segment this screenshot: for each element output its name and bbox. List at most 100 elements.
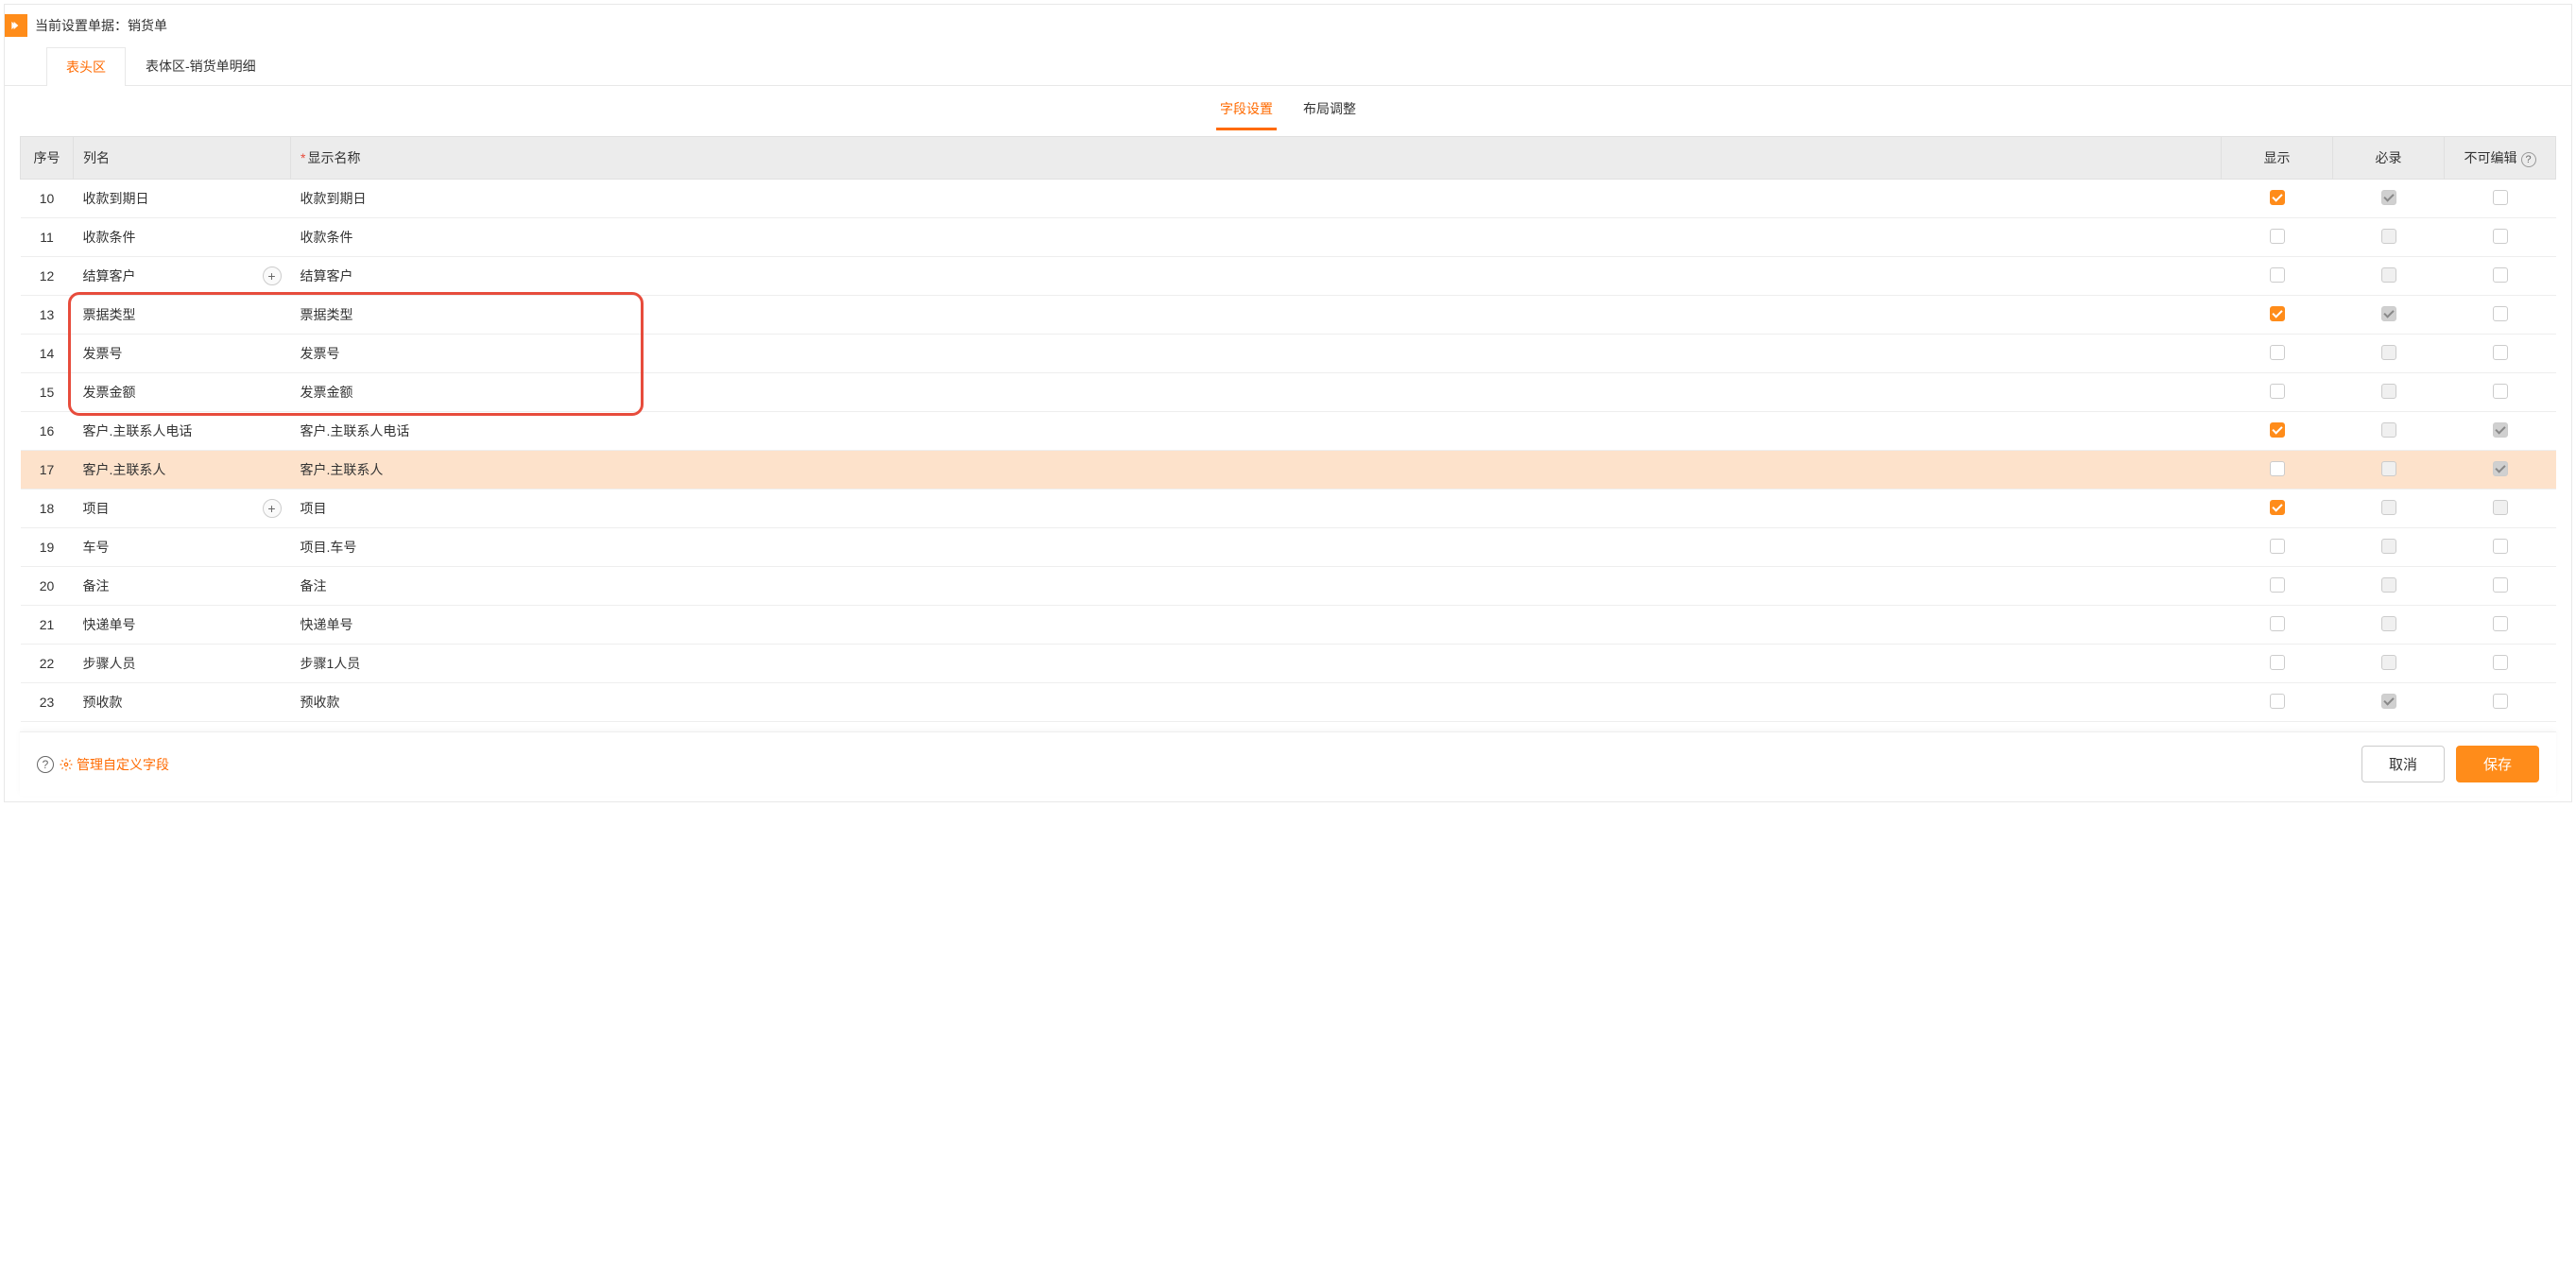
show-checkbox[interactable]	[2270, 345, 2285, 360]
row-colname: 客户.主联系人电话	[74, 412, 291, 451]
readonly-checkbox[interactable]	[2493, 539, 2508, 554]
sub-tabs: 字段设置布局调整	[5, 86, 2571, 130]
row-display-name[interactable]: 客户.主联系人	[291, 451, 2222, 490]
row-seq: 14	[21, 335, 74, 373]
show-checkbox[interactable]	[2270, 500, 2285, 515]
cancel-button[interactable]: 取消	[2361, 746, 2445, 782]
show-checkbox[interactable]	[2270, 384, 2285, 399]
required-checkbox	[2381, 422, 2396, 438]
show-checkbox[interactable]	[2270, 461, 2285, 476]
row-colname: 发票金额	[74, 373, 291, 412]
show-checkbox[interactable]	[2270, 190, 2285, 205]
show-checkbox[interactable]	[2270, 694, 2285, 709]
tab-1[interactable]: 表体区-销货单明细	[126, 46, 276, 85]
help-icon[interactable]: ?	[2521, 152, 2536, 167]
row-colname: 收款条件	[74, 218, 291, 257]
sub-tab-1[interactable]: 布局调整	[1299, 99, 1360, 130]
row-display-name[interactable]: 预收款	[291, 683, 2222, 722]
readonly-checkbox[interactable]	[2493, 190, 2508, 205]
row-seq: 10	[21, 180, 74, 218]
row-seq: 23	[21, 683, 74, 722]
row-colname: 车号	[74, 528, 291, 567]
row-display-name[interactable]: 发票金额	[291, 373, 2222, 412]
col-show-header: 显示	[2222, 137, 2333, 180]
save-button[interactable]: 保存	[2456, 746, 2539, 782]
table-row: 22步骤人员步骤1人员	[21, 645, 2556, 683]
required-checkbox	[2381, 577, 2396, 593]
row-seq: 18	[21, 490, 74, 528]
show-checkbox[interactable]	[2270, 577, 2285, 593]
manage-custom-fields-link[interactable]: 管理自定义字段	[60, 755, 169, 774]
row-display-name[interactable]: 项目.车号	[291, 528, 2222, 567]
expand-panel-button[interactable]	[5, 14, 27, 37]
required-checkbox	[2381, 694, 2396, 709]
row-display-name[interactable]: 发票号	[291, 335, 2222, 373]
readonly-checkbox[interactable]	[2493, 384, 2508, 399]
add-sub-field-button[interactable]: +	[263, 499, 282, 518]
required-checkbox	[2381, 267, 2396, 283]
required-checkbox	[2381, 616, 2396, 631]
table-row: 12结算客户+结算客户	[21, 257, 2556, 296]
readonly-checkbox[interactable]	[2493, 577, 2508, 593]
row-seq: 21	[21, 606, 74, 645]
col-seq-header: 序号	[21, 137, 74, 180]
row-seq: 16	[21, 412, 74, 451]
show-checkbox[interactable]	[2270, 616, 2285, 631]
row-display-name[interactable]: 项目	[291, 490, 2222, 528]
row-colname: 收款到期日	[74, 180, 291, 218]
readonly-checkbox[interactable]	[2493, 345, 2508, 360]
readonly-checkbox[interactable]	[2493, 306, 2508, 321]
row-display-name[interactable]: 客户.主联系人电话	[291, 412, 2222, 451]
required-checkbox	[2381, 306, 2396, 321]
row-display-name[interactable]: 备注	[291, 567, 2222, 606]
required-checkbox	[2381, 461, 2396, 476]
row-display-name[interactable]: 收款条件	[291, 218, 2222, 257]
show-checkbox[interactable]	[2270, 539, 2285, 554]
row-display-name[interactable]: 收款到期日	[291, 180, 2222, 218]
readonly-checkbox[interactable]	[2493, 229, 2508, 244]
chevron-right-icon	[9, 19, 23, 32]
show-checkbox[interactable]	[2270, 229, 2285, 244]
row-colname: 客户.主联系人	[74, 451, 291, 490]
row-seq: 15	[21, 373, 74, 412]
row-colname: 预收款	[74, 683, 291, 722]
readonly-checkbox[interactable]	[2493, 655, 2508, 670]
sub-tab-0[interactable]: 字段设置	[1216, 99, 1277, 130]
row-colname: 票据类型	[74, 296, 291, 335]
row-seq: 20	[21, 567, 74, 606]
required-checkbox	[2381, 655, 2396, 670]
page-title: 当前设置单据：销货单	[35, 16, 167, 35]
table-row: 13票据类型票据类型	[21, 296, 2556, 335]
row-display-name[interactable]: 结算客户	[291, 257, 2222, 296]
required-checkbox	[2381, 229, 2396, 244]
main-tabs: 表头区表体区-销货单明细	[5, 46, 2571, 86]
show-checkbox[interactable]	[2270, 422, 2285, 438]
readonly-checkbox[interactable]	[2493, 616, 2508, 631]
add-sub-field-button[interactable]: +	[263, 266, 282, 285]
help-icon[interactable]: ?	[37, 756, 54, 773]
readonly-checkbox[interactable]	[2493, 694, 2508, 709]
required-checkbox	[2381, 500, 2396, 515]
show-checkbox[interactable]	[2270, 655, 2285, 670]
row-seq: 22	[21, 645, 74, 683]
row-display-name[interactable]: 快递单号	[291, 606, 2222, 645]
row-colname: 备注	[74, 567, 291, 606]
show-checkbox[interactable]	[2270, 306, 2285, 321]
table-row: 16客户.主联系人电话客户.主联系人电话	[21, 412, 2556, 451]
table-row: 15发票金额发票金额	[21, 373, 2556, 412]
table-row: 19车号项目.车号	[21, 528, 2556, 567]
table-row: 23预收款预收款	[21, 683, 2556, 722]
required-checkbox	[2381, 539, 2396, 554]
show-checkbox[interactable]	[2270, 267, 2285, 283]
table-row: 18项目+项目	[21, 490, 2556, 528]
table-row: 17客户.主联系人客户.主联系人	[21, 451, 2556, 490]
row-colname: 项目+	[74, 490, 291, 528]
row-display-name[interactable]: 步骤1人员	[291, 645, 2222, 683]
readonly-checkbox[interactable]	[2493, 267, 2508, 283]
tab-0[interactable]: 表头区	[46, 47, 126, 86]
row-display-name[interactable]: 票据类型	[291, 296, 2222, 335]
row-colname: 结算客户+	[74, 257, 291, 296]
table-row: 20备注备注	[21, 567, 2556, 606]
col-display-header: *显示名称	[291, 137, 2222, 180]
table-row: 14发票号发票号	[21, 335, 2556, 373]
